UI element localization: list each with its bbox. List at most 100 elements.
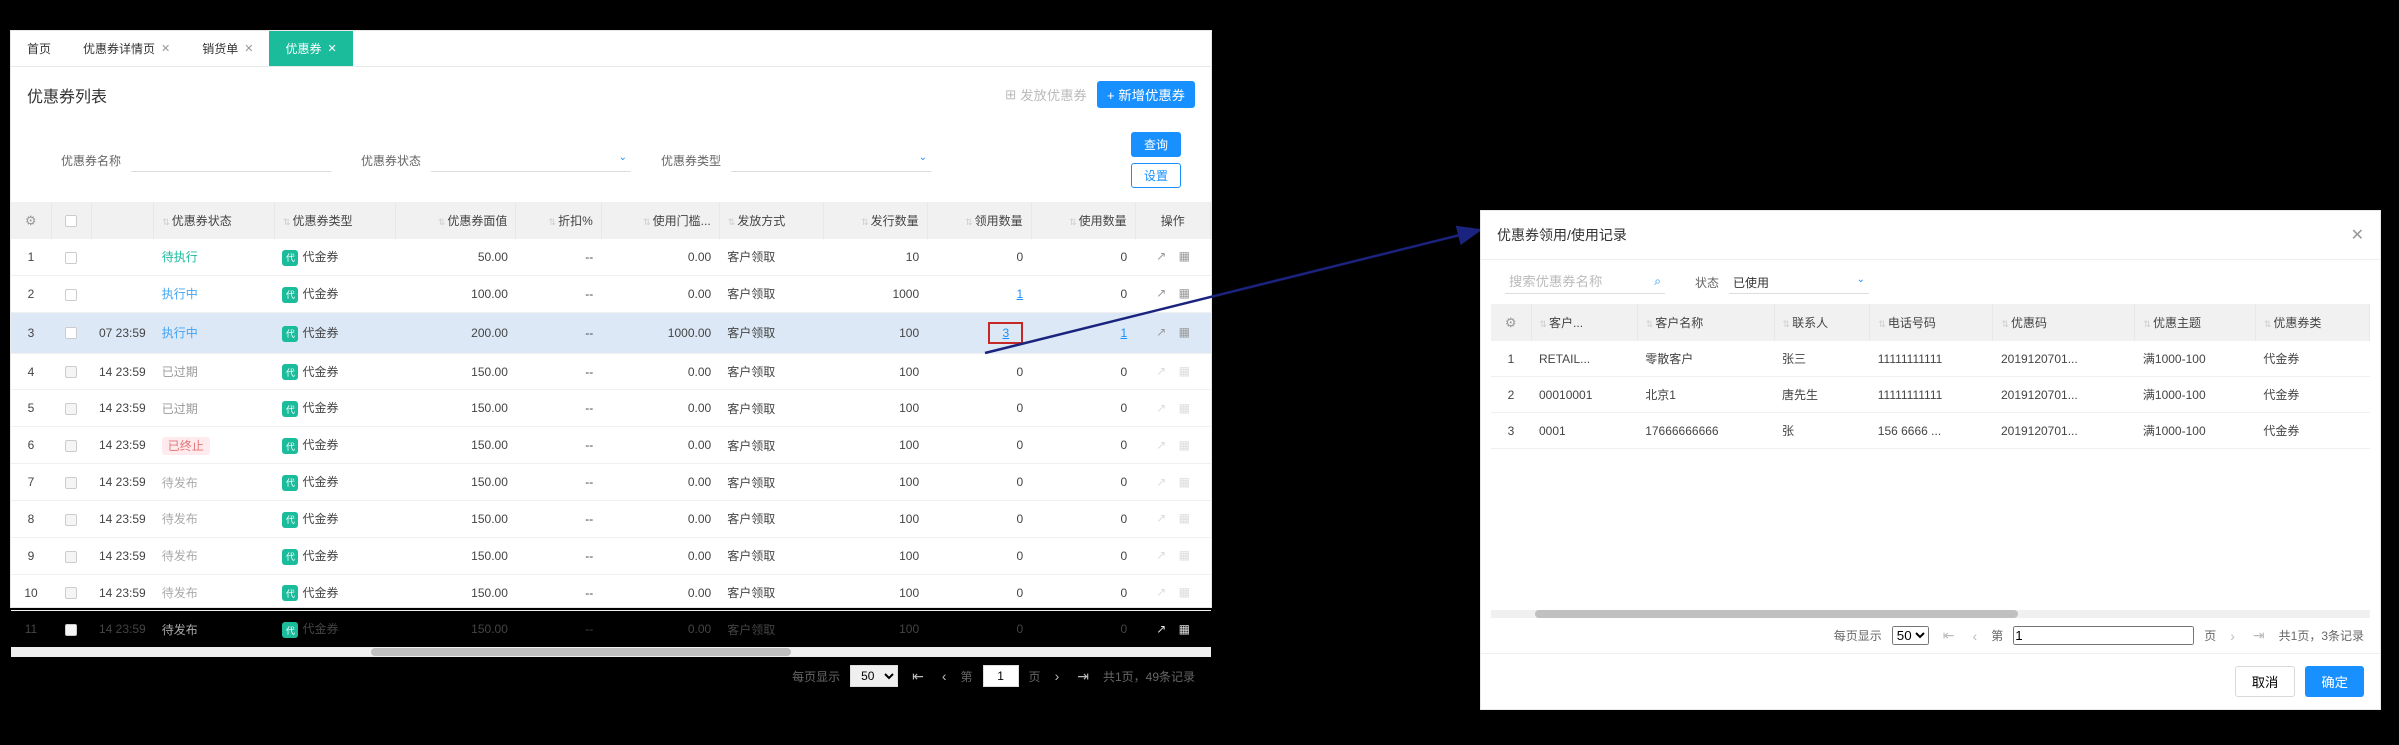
sort-icon[interactable]: ⇅ xyxy=(2143,319,2151,330)
page-input[interactable] xyxy=(983,665,1019,687)
search-wrap: ⌕ xyxy=(1505,270,1665,294)
ok-button[interactable]: 确定 xyxy=(2305,666,2364,697)
use-count-link[interactable]: 1 xyxy=(1120,326,1127,340)
contact: 张三 xyxy=(1774,341,1870,377)
sort-icon[interactable]: ⇅ xyxy=(549,217,557,228)
sort-icon[interactable]: ⇅ xyxy=(1646,319,1654,330)
m-per-page-select[interactable]: 50 xyxy=(1892,626,1929,645)
m-prev-page-button[interactable]: ‹ xyxy=(1969,628,1982,644)
close-icon[interactable]: ✕ xyxy=(244,42,253,55)
tab-优惠券[interactable]: 优惠券✕ xyxy=(269,31,352,66)
table-row[interactable]: 6 14 23:59 已终止 代代金券 150.00 -- 0.00 客户领取 … xyxy=(11,427,1211,464)
gear-icon[interactable]: ⚙ xyxy=(1505,315,1517,330)
table-row[interactable]: 9 14 23:59 待发布 代代金券 150.00 -- 0.00 客户领取 … xyxy=(11,537,1211,574)
close-icon[interactable]: ✕ xyxy=(328,42,337,55)
filter-name-input[interactable] xyxy=(131,148,331,172)
select-all-checkbox[interactable] xyxy=(65,215,77,227)
sort-icon[interactable]: ⇅ xyxy=(643,217,651,228)
chevron-down-icon: ⌄ xyxy=(1857,274,1865,285)
method: 客户领取 xyxy=(719,427,823,464)
sort-icon[interactable]: ⇅ xyxy=(861,217,869,228)
m-last-page-button[interactable]: ⇥ xyxy=(2249,627,2269,644)
modal-horizontal-scrollbar[interactable] xyxy=(1491,610,2370,618)
qr-icon: ▦ xyxy=(1177,511,1192,526)
add-coupon-button[interactable]: 新增优惠券 xyxy=(1097,81,1195,108)
first-page-button[interactable]: ⇤ xyxy=(908,668,928,685)
table-row[interactable]: 5 14 23:59 已过期 代代金券 150.00 -- 0.00 客户领取 … xyxy=(11,390,1211,427)
claim-count: 3 xyxy=(927,312,1031,353)
scrollbar-thumb[interactable] xyxy=(1535,610,2018,618)
phone: 11111111111 xyxy=(1870,341,1993,377)
row-checkbox[interactable] xyxy=(65,327,77,339)
row-checkbox[interactable] xyxy=(65,252,77,264)
modal-status-select[interactable]: 已使用 ⌄ xyxy=(1729,270,1869,294)
qr-icon[interactable]: ▦ xyxy=(1177,249,1192,264)
open-icon[interactable]: ↗ xyxy=(1154,325,1169,340)
table-row[interactable]: 1 待执行 代代金券 50.00 -- 0.00 客户领取 10 0 0 ↗ ▦ xyxy=(11,239,1211,275)
qr-icon[interactable]: ▦ xyxy=(1177,286,1192,301)
table-row[interactable]: 7 14 23:59 待发布 代代金券 150.00 -- 0.00 客户领取 … xyxy=(11,464,1211,501)
face-value: 200.00 xyxy=(395,312,516,353)
claim-count-highlight: 3 xyxy=(988,322,1023,344)
row-checkbox[interactable] xyxy=(65,289,77,301)
modal-status-value: 已使用 xyxy=(1733,276,1769,290)
distribute-coupon-button[interactable]: ⊞ 发放优惠券 xyxy=(1005,81,1087,108)
table-row[interactable]: 2 执行中 代代金券 100.00 -- 0.00 客户领取 1000 1 0 … xyxy=(11,275,1211,312)
table-row[interactable]: 2 00010001 北京1 唐先生 11111111111 201912070… xyxy=(1491,377,2370,413)
tab-优惠券详情页[interactable]: 优惠券详情页✕ xyxy=(67,31,186,66)
sort-icon[interactable]: ⇅ xyxy=(283,217,291,228)
gear-icon[interactable]: ⚙ xyxy=(25,213,37,228)
sort-icon[interactable]: ⇅ xyxy=(162,217,170,228)
sort-icon[interactable]: ⇅ xyxy=(2001,319,2009,330)
open-icon[interactable]: ↗ xyxy=(1154,249,1169,264)
table-row[interactable]: 10 14 23:59 待发布 代代金券 150.00 -- 0.00 客户领取… xyxy=(11,574,1211,611)
sort-icon[interactable]: ⇅ xyxy=(1069,217,1077,228)
open-icon: ↗ xyxy=(1154,511,1169,526)
filter-status-select[interactable]: ⌄ xyxy=(431,148,631,172)
per-page-select[interactable]: 50 xyxy=(850,665,898,687)
threshold: 0.00 xyxy=(601,239,719,275)
claim-count-link[interactable]: 3 xyxy=(1002,326,1009,340)
table-row[interactable]: 3 07 23:59 执行中 代代金券 200.00 -- 1000.00 客户… xyxy=(11,312,1211,353)
next-page-button[interactable]: › xyxy=(1051,668,1064,684)
sort-icon[interactable]: ⇅ xyxy=(965,217,973,228)
filter-name: 优惠券名称 xyxy=(61,148,331,172)
table-row[interactable]: 4 14 23:59 已过期 代代金券 150.00 -- 0.00 客户领取 … xyxy=(11,353,1211,390)
close-icon[interactable]: ✕ xyxy=(2351,225,2364,245)
settings-button[interactable]: 设置 xyxy=(1131,163,1181,188)
horizontal-scrollbar[interactable] xyxy=(11,648,1211,656)
sort-icon[interactable]: ⇅ xyxy=(1878,319,1886,330)
table-row[interactable]: 3 0001 17666666666 张 156 6666 ... 201912… xyxy=(1491,413,2370,449)
tab-销货单[interactable]: 销货单✕ xyxy=(186,31,269,66)
table-row[interactable]: 8 14 23:59 待发布 代代金券 150.00 -- 0.00 客户领取 … xyxy=(11,500,1211,537)
cancel-button[interactable]: 取消 xyxy=(2235,666,2296,697)
qr-icon[interactable]: ▦ xyxy=(1177,325,1192,340)
m-next-page-button[interactable]: › xyxy=(2226,628,2239,644)
claim-count: 0 xyxy=(927,239,1031,275)
table-row[interactable]: 11 14 23:59 待发布 代代金券 150.00 -- 0.00 客户领取… xyxy=(11,611,1211,648)
search-icon[interactable]: ⌕ xyxy=(1654,274,1661,289)
m-page-input[interactable] xyxy=(2013,626,2194,645)
col-type: 优惠券类型 xyxy=(292,214,352,228)
search-button[interactable]: 查询 xyxy=(1131,132,1181,157)
last-page-button[interactable]: ⇥ xyxy=(1073,668,1093,685)
sort-icon[interactable]: ⇅ xyxy=(2264,319,2272,330)
table-row[interactable]: 1 RETAIL... 零散客户 张三 11111111111 20191207… xyxy=(1491,341,2370,377)
claim-count-link[interactable]: 1 xyxy=(1016,287,1023,301)
sort-icon[interactable]: ⇅ xyxy=(1783,319,1791,330)
face-value: 150.00 xyxy=(395,353,516,390)
close-icon[interactable]: ✕ xyxy=(161,42,170,55)
scrollbar-thumb[interactable] xyxy=(371,648,791,656)
sort-icon[interactable]: ⇅ xyxy=(728,217,736,228)
prev-page-button[interactable]: ‹ xyxy=(938,668,951,684)
sort-icon[interactable]: ⇅ xyxy=(1540,319,1548,330)
filter-type-select[interactable]: ⌄ xyxy=(731,148,931,172)
search-input[interactable] xyxy=(1505,270,1665,294)
customer-name: 北京1 xyxy=(1637,377,1774,413)
sort-icon[interactable]: ⇅ xyxy=(438,217,446,228)
tab-首页[interactable]: 首页 xyxy=(11,31,67,66)
m-first-page-button[interactable]: ⇤ xyxy=(1939,627,1959,644)
coupon-type: 代金券 xyxy=(302,549,338,563)
open-icon[interactable]: ↗ xyxy=(1154,286,1169,301)
col-actions: 操作 xyxy=(1161,214,1185,228)
